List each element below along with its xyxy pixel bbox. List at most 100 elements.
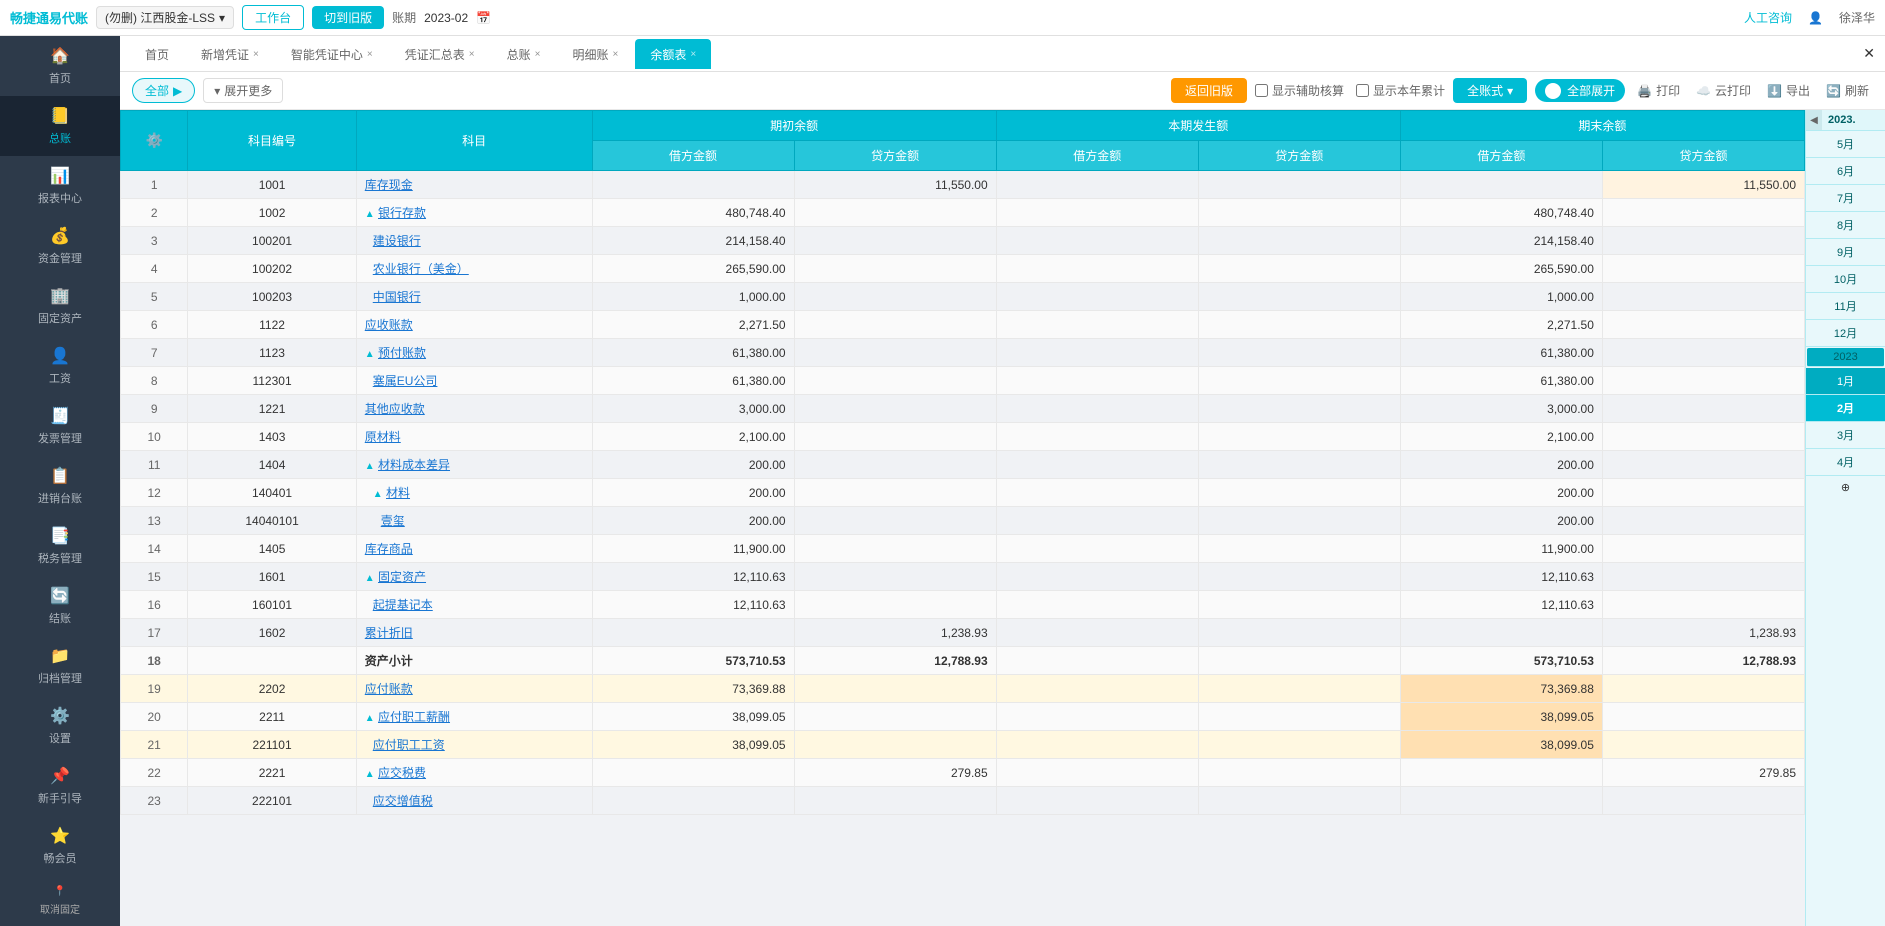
subject-link-22[interactable]: 应交税费 — [378, 766, 426, 780]
subject-link-3[interactable]: 建设银行 — [373, 234, 421, 248]
year-label-2023-small[interactable]: 2023 — [1807, 348, 1884, 367]
sidebar-item-tax-mgmt[interactable]: 📑 税务管理 — [0, 516, 120, 576]
cell-subject-11[interactable]: ▲ 材料成本差异 — [356, 451, 592, 479]
subject-link-6[interactable]: 应收账款 — [365, 318, 413, 332]
month-item-7[interactable]: 7月 — [1806, 185, 1885, 212]
month-item-2-active[interactable]: 2月 — [1806, 395, 1885, 422]
right-panel-collapse-btn[interactable]: ◀ 2023. — [1806, 110, 1885, 131]
add-period-icon[interactable]: ⊕ — [1806, 476, 1885, 499]
tab-voucher-summary-close[interactable]: × — [469, 49, 475, 60]
cell-subject-17[interactable]: 累计折旧 — [356, 619, 592, 647]
month-item-9[interactable]: 9月 — [1806, 239, 1885, 266]
cell-subject-13[interactable]: 壹玺 — [356, 507, 592, 535]
cell-subject-19[interactable]: 应付账款 — [356, 675, 592, 703]
month-item-5[interactable]: 5月 — [1806, 131, 1885, 158]
cell-subject-4[interactable]: 农业银行（美金） — [356, 255, 592, 283]
refresh-button[interactable]: 🔄 刷新 — [1822, 80, 1873, 101]
tab-smart-verify[interactable]: 智能凭证中心 × — [276, 39, 388, 69]
tab-smart-verify-close[interactable]: × — [367, 49, 373, 60]
subject-link-4[interactable]: 农业银行（美金） — [373, 262, 469, 276]
sidebar-item-settings[interactable]: ⚙️ 设置 — [0, 696, 120, 756]
subject-link-1[interactable]: 库存现金 — [365, 178, 413, 192]
sidebar-item-invoice-mgmt[interactable]: 🧾 发票管理 — [0, 396, 120, 456]
tab-balance-sheet[interactable]: 余额表 × — [635, 39, 711, 69]
cell-subject-14[interactable]: 库存商品 — [356, 535, 592, 563]
tab-new-voucher[interactable]: 新增凭证 × — [186, 39, 274, 69]
cell-subject-20[interactable]: ▲ 应付职工薪酬 — [356, 703, 592, 731]
cell-subject-8[interactable]: 塞属EU公司 — [356, 367, 592, 395]
subject-link-21[interactable]: 应付职工工资 — [373, 738, 445, 752]
cell-subject-2[interactable]: ▲ 银行存款 — [356, 199, 592, 227]
subject-link-13[interactable]: 壹玺 — [381, 514, 405, 528]
subject-link-17[interactable]: 累计折旧 — [365, 626, 413, 640]
cell-subject-22[interactable]: ▲ 应交税费 — [356, 759, 592, 787]
tab-new-voucher-close[interactable]: × — [253, 49, 259, 60]
fullmode-button[interactable]: 全账式 ▾ — [1453, 78, 1527, 103]
sidebar-item-new-guide[interactable]: 📌 新手引导 — [0, 756, 120, 816]
sidebar-item-report-center[interactable]: 📊 报表中心 — [0, 156, 120, 216]
subject-link-10[interactable]: 原材料 — [365, 430, 401, 444]
cell-subject-10[interactable]: 原材料 — [356, 423, 592, 451]
month-item-10[interactable]: 10月 — [1806, 266, 1885, 293]
subject-link-16[interactable]: 起提基记本 — [373, 598, 433, 612]
sidebar-item-fixed-assets[interactable]: 🏢 固定资产 — [0, 276, 120, 336]
switch-version-button[interactable]: 切到旧版 — [312, 6, 384, 29]
subject-link-2[interactable]: 银行存款 — [378, 206, 426, 220]
subject-link-15[interactable]: 固定资产 — [378, 570, 426, 584]
sidebar-item-sales-mgmt[interactable]: 📋 进销台账 — [0, 456, 120, 516]
month-item-1[interactable]: 1月 — [1806, 368, 1885, 395]
cell-subject-12[interactable]: ▲ 材料 — [356, 479, 592, 507]
tab-detail-ledger-close[interactable]: × — [612, 49, 618, 60]
subject-link-14[interactable]: 库存商品 — [365, 542, 413, 556]
cell-subject-1[interactable]: 库存现金 — [356, 171, 592, 199]
cell-subject-9[interactable]: 其他应收款 — [356, 395, 592, 423]
tab-general-ledger[interactable]: 总账 × — [492, 39, 556, 69]
sidebar-item-unfix[interactable]: 📍 取消固定 — [0, 876, 120, 926]
subject-link-11[interactable]: 材料成本差异 — [378, 458, 450, 472]
cell-subject-5[interactable]: 中国银行 — [356, 283, 592, 311]
cell-subject-7[interactable]: ▲ 预付账款 — [356, 339, 592, 367]
tab-balance-sheet-close[interactable]: × — [690, 49, 696, 60]
sidebar-item-asset-mgmt[interactable]: 💰 资金管理 — [0, 216, 120, 276]
cell-subject-16[interactable]: 起提基记本 — [356, 591, 592, 619]
sidebar-item-payroll[interactable]: 👤 工资 — [0, 336, 120, 396]
cell-subject-6[interactable]: 应收账款 — [356, 311, 592, 339]
subject-link-19[interactable]: 应付账款 — [365, 682, 413, 696]
cloud-print-button[interactable]: ☁️ 云打印 — [1692, 80, 1755, 101]
subject-link-23[interactable]: 应交增值税 — [373, 794, 433, 808]
tab-general-ledger-close[interactable]: × — [535, 49, 541, 60]
cell-subject-15[interactable]: ▲ 固定资产 — [356, 563, 592, 591]
subject-link-9[interactable]: 其他应收款 — [365, 402, 425, 416]
subject-link-5[interactable]: 中国银行 — [373, 290, 421, 304]
tab-detail-ledger[interactable]: 明细账 × — [557, 39, 633, 69]
sidebar-item-general-ledger[interactable]: 📒 总账 — [0, 96, 120, 156]
month-item-3[interactable]: 3月 — [1806, 422, 1885, 449]
month-item-11[interactable]: 11月 — [1806, 293, 1885, 320]
tab-voucher-summary[interactable]: 凭证汇总表 × — [390, 39, 490, 69]
month-item-4[interactable]: 4月 — [1806, 449, 1885, 476]
subject-link-8[interactable]: 塞属EU公司 — [373, 374, 438, 388]
subject-link-12[interactable]: 材料 — [386, 486, 410, 500]
calendar-icon[interactable]: 📅 — [476, 11, 491, 25]
expand-more-button[interactable]: ▾ 展开更多 — [203, 78, 283, 103]
tab-home[interactable]: 首页 — [130, 39, 184, 69]
return-old-version-button[interactable]: 返回旧版 — [1171, 78, 1247, 103]
month-item-6[interactable]: 6月 — [1806, 158, 1885, 185]
cell-subject-23[interactable]: 应交增值税 — [356, 787, 592, 815]
subject-link-7[interactable]: 预付账款 — [378, 346, 426, 360]
print-button[interactable]: 🖨️ 打印 — [1633, 80, 1684, 101]
export-button[interactable]: ⬇️ 导出 — [1763, 80, 1814, 101]
close-all-tabs-icon[interactable]: ✕ — [1863, 45, 1875, 62]
cell-subject-21[interactable]: 应付职工工资 — [356, 731, 592, 759]
sidebar-item-settlement[interactable]: 🔄 结账 — [0, 576, 120, 636]
workbench-button[interactable]: 工作台 — [242, 5, 304, 30]
expand-all-toggle[interactable]: 全部展开 — [1535, 79, 1625, 102]
company-select[interactable]: (勿删) 江西股金-LSS ▾ — [96, 6, 234, 29]
month-item-8[interactable]: 8月 — [1806, 212, 1885, 239]
consult-label[interactable]: 人工咨询 — [1744, 9, 1792, 26]
sidebar-item-member[interactable]: ⭐ 畅会员 — [0, 816, 120, 876]
sidebar-item-archive-mgmt[interactable]: 📁 归档管理 — [0, 636, 120, 696]
show-subsidiary-checkbox[interactable]: 显示辅助核算 — [1255, 82, 1344, 99]
filter-all-button[interactable]: 全部 ▶ — [132, 78, 195, 103]
column-settings-icon[interactable]: ⚙️ — [145, 132, 162, 148]
